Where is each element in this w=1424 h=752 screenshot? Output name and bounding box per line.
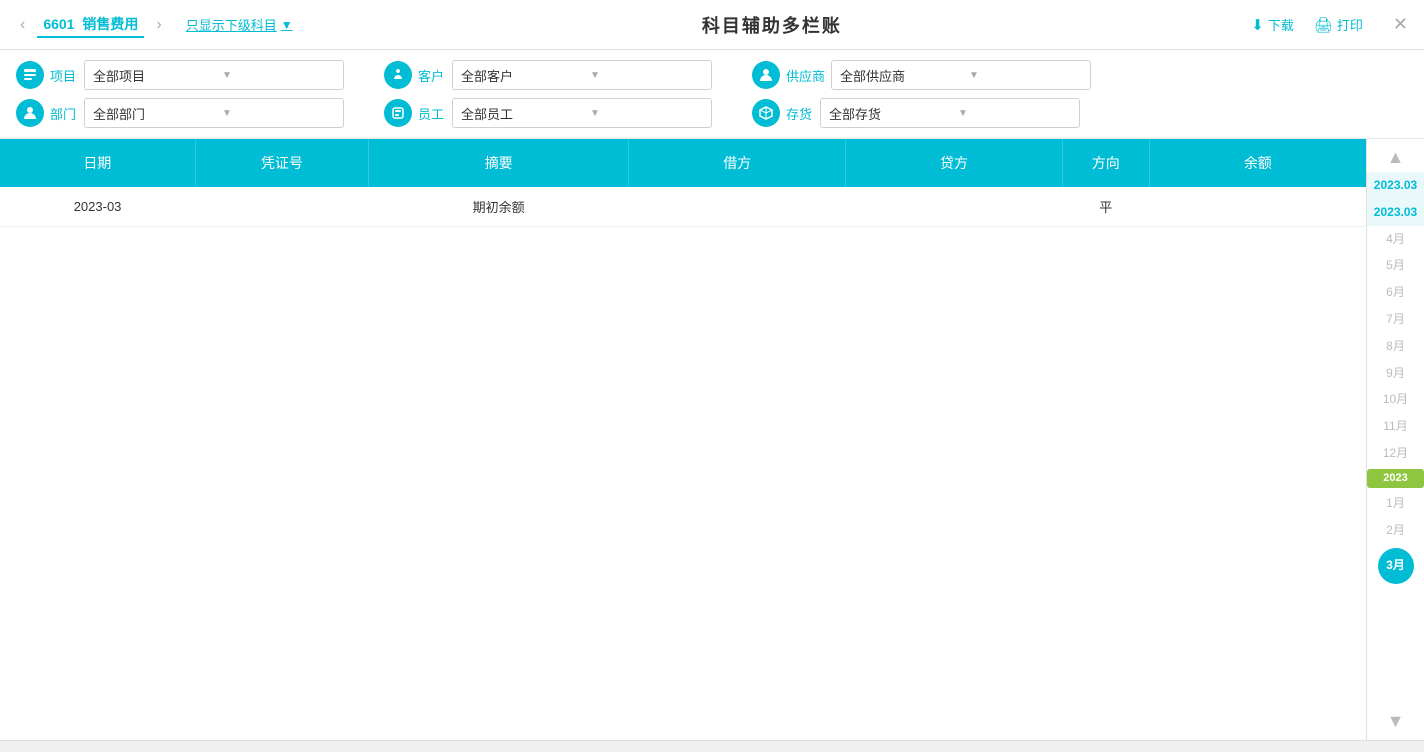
- filter-bar: 项目 全部项目 ▼ 客户 全部客户 ▼: [0, 50, 1424, 139]
- employee-select[interactable]: 全部员工 ▼: [452, 98, 712, 128]
- timeline-up-arrow-icon[interactable]: ▲: [1383, 143, 1409, 172]
- dept-select-arrow-icon: ▼: [214, 108, 343, 119]
- filter-row-1: 项目 全部项目 ▼ 客户 全部客户 ▼: [16, 60, 1408, 90]
- timeline-month-5[interactable]: 5月: [1367, 252, 1424, 279]
- cell-credit: [846, 187, 1063, 227]
- employee-filter-item: 员工 全部员工 ▼: [384, 98, 712, 128]
- customer-select-arrow-icon: ▼: [582, 70, 711, 81]
- timeline-month-10[interactable]: 10月: [1367, 386, 1424, 413]
- customer-filter-item: 客户 全部客户 ▼: [384, 60, 712, 90]
- inventory-select-arrow-icon: ▼: [950, 108, 1079, 119]
- timeline-month-3-wrapper: 3月: [1378, 546, 1414, 586]
- col-header-balance: 余额: [1149, 139, 1366, 187]
- cell-date: 2023-03: [0, 187, 195, 227]
- timeline-month-3-active[interactable]: 3月: [1378, 548, 1414, 584]
- project-select-arrow-icon: ▼: [214, 70, 343, 81]
- dept-icon: [16, 99, 44, 127]
- only-sub-arrow-icon: ▼: [281, 18, 293, 32]
- timeline-sidebar: ▲ 2023.03 2023.03 4月 5月 6月 7月 8月 9月 10月 …: [1366, 139, 1424, 740]
- employee-icon: [384, 99, 412, 127]
- inventory-icon: [752, 99, 780, 127]
- supplier-label: 供应商: [786, 66, 825, 85]
- only-sub-button[interactable]: 只显示下级科目 ▼: [186, 15, 293, 34]
- bottom-scrollbar[interactable]: [0, 740, 1424, 752]
- timeline-month-7[interactable]: 7月: [1367, 306, 1424, 333]
- col-header-summary: 摘要: [369, 139, 629, 187]
- print-button[interactable]: 🖨 打印: [1314, 15, 1363, 34]
- dept-label: 部门: [50, 104, 78, 123]
- nav-prev-button[interactable]: ‹: [16, 14, 29, 36]
- col-header-voucher: 凭证号: [195, 139, 368, 187]
- col-header-direction: 方向: [1062, 139, 1149, 187]
- project-filter-item: 项目 全部项目 ▼: [16, 60, 344, 90]
- account-code: 6601 销售费用: [37, 12, 144, 38]
- data-table: 日期 凭证号 摘要 借方 贷方 方向 余额 2023-03 期初余额: [0, 139, 1366, 227]
- table-area[interactable]: 日期 凭证号 摘要 借方 贷方 方向 余额 2023-03 期初余额: [0, 139, 1366, 740]
- customer-select[interactable]: 全部客户 ▼: [452, 60, 712, 90]
- title-bar-left: ‹ 6601 销售费用 › 只显示下级科目 ▼: [16, 12, 293, 38]
- inventory-label: 存货: [786, 104, 814, 123]
- col-header-debit: 借方: [629, 139, 846, 187]
- supplier-filter-item: 供应商 全部供应商 ▼: [752, 60, 1091, 90]
- dept-filter-item: 部门 全部部门 ▼: [16, 98, 344, 128]
- cell-summary: 期初余额: [369, 187, 629, 227]
- employee-select-arrow-icon: ▼: [582, 108, 711, 119]
- project-icon: [16, 61, 44, 89]
- cell-voucher: [195, 187, 368, 227]
- page-title: 科目辅助多栏账: [702, 12, 842, 38]
- supplier-icon: [752, 61, 780, 89]
- supplier-select-arrow-icon: ▼: [961, 70, 1090, 81]
- customer-icon: [384, 61, 412, 89]
- timeline-down-arrow-icon[interactable]: ▼: [1383, 707, 1409, 736]
- timeline-month-4[interactable]: 4月: [1367, 226, 1424, 253]
- download-icon: ⬇: [1251, 16, 1264, 34]
- customer-label: 客户: [418, 66, 446, 85]
- timeline-period-2[interactable]: 2023.03: [1367, 199, 1424, 226]
- close-button[interactable]: ✕: [1393, 14, 1408, 35]
- cell-direction: 平: [1062, 187, 1149, 227]
- main-content: 日期 凭证号 摘要 借方 贷方 方向 余额 2023-03 期初余额: [0, 139, 1424, 740]
- cell-balance: [1149, 187, 1366, 227]
- col-header-credit: 贷方: [846, 139, 1063, 187]
- timeline-month-12[interactable]: 12月: [1367, 440, 1424, 467]
- title-bar: ‹ 6601 销售费用 › 只显示下级科目 ▼ 科目辅助多栏账 ⬇ 下载 🖨 打…: [0, 0, 1424, 50]
- table-row: 2023-03 期初余额 平: [0, 187, 1366, 227]
- timeline-month-8[interactable]: 8月: [1367, 333, 1424, 360]
- employee-label: 员工: [418, 104, 446, 123]
- col-header-date: 日期: [0, 139, 195, 187]
- project-select[interactable]: 全部项目 ▼: [84, 60, 344, 90]
- project-label: 项目: [50, 66, 78, 85]
- dept-select[interactable]: 全部部门 ▼: [84, 98, 344, 128]
- timeline-month-9[interactable]: 9月: [1367, 360, 1424, 387]
- nav-next-button[interactable]: ›: [152, 14, 165, 36]
- timeline-month-2[interactable]: 2月: [1367, 517, 1424, 544]
- main-window: ‹ 6601 销售费用 › 只显示下级科目 ▼ 科目辅助多栏账 ⬇ 下载 🖨 打…: [0, 0, 1424, 752]
- inventory-filter-item: 存货 全部存货 ▼: [752, 98, 1080, 128]
- timeline-period-1[interactable]: 2023.03: [1367, 172, 1424, 199]
- filter-row-2: 部门 全部部门 ▼ 员工 全部员工 ▼: [16, 98, 1408, 128]
- supplier-select[interactable]: 全部供应商 ▼: [831, 60, 1091, 90]
- download-button[interactable]: ⬇ 下载: [1251, 15, 1294, 34]
- timeline-month-1[interactable]: 1月: [1367, 490, 1424, 517]
- timeline-month-6[interactable]: 6月: [1367, 279, 1424, 306]
- title-bar-right: ⬇ 下载 🖨 打印 ✕: [1251, 14, 1408, 35]
- timeline-year-badge[interactable]: 2023: [1367, 469, 1424, 488]
- print-icon: 🖨: [1314, 16, 1333, 34]
- inventory-select[interactable]: 全部存货 ▼: [820, 98, 1080, 128]
- cell-debit: [629, 187, 846, 227]
- timeline-month-11[interactable]: 11月: [1367, 413, 1424, 440]
